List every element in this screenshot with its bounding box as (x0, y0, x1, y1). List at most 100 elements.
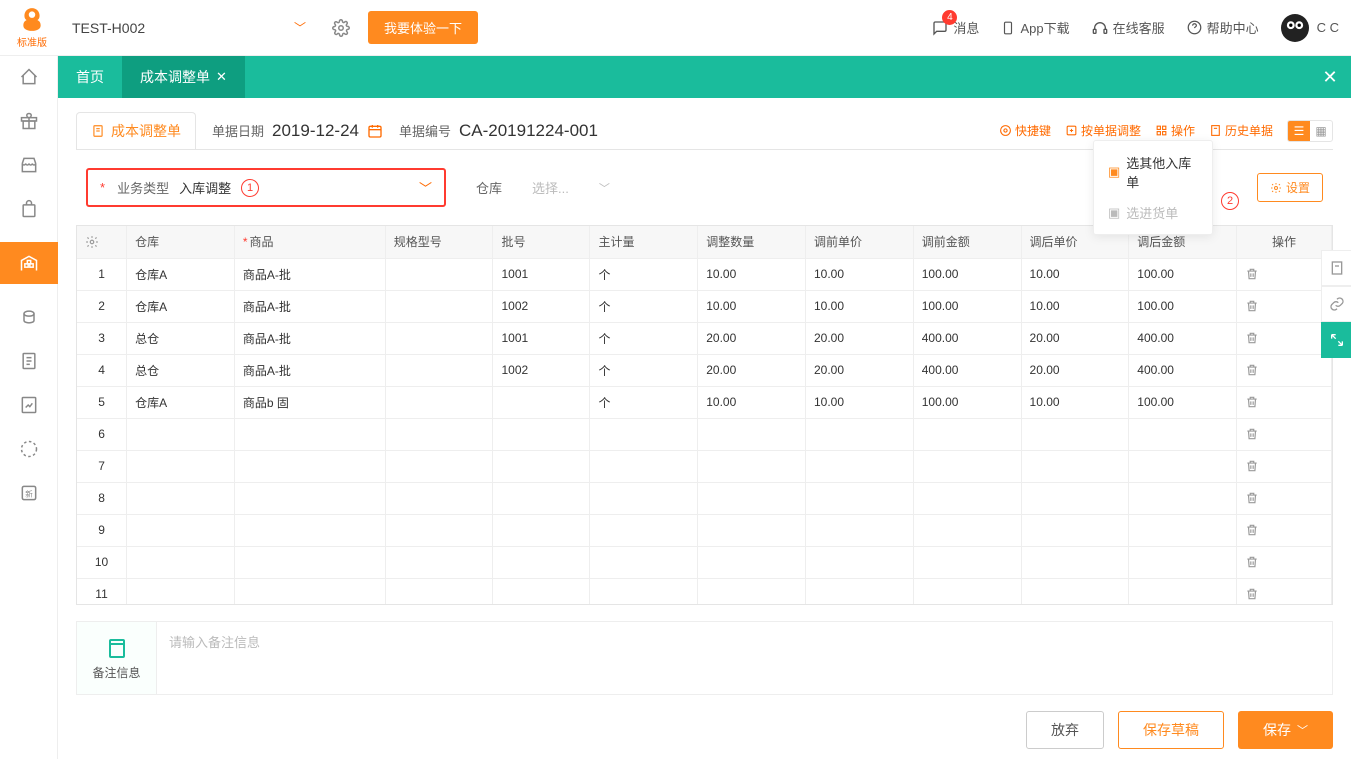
table-row[interactable]: 8 (77, 482, 1332, 514)
dock-link-icon[interactable] (1321, 286, 1351, 322)
cell-pre-price[interactable] (805, 450, 913, 482)
cell-post-amt[interactable]: 400.00 (1129, 354, 1237, 386)
cell-adj-qty[interactable] (698, 482, 806, 514)
cell-batch[interactable] (493, 514, 590, 546)
table-row[interactable]: 4总仓商品A-批1002个20.0020.00400.0020.00400.00 (77, 354, 1332, 386)
cell-product[interactable]: 商品A-批 (234, 290, 385, 322)
cell-product[interactable]: 商品b 固 (234, 386, 385, 418)
cell-unit[interactable]: 个 (590, 354, 698, 386)
col-product[interactable]: 商品 (234, 226, 385, 258)
cell-post-price[interactable]: 10.00 (1021, 386, 1129, 418)
cell-adj-qty[interactable]: 20.00 (698, 354, 806, 386)
row-delete[interactable] (1237, 514, 1332, 546)
cell-pre-price[interactable]: 20.00 (805, 354, 913, 386)
cell-product[interactable] (234, 514, 385, 546)
cell-post-amt[interactable]: 100.00 (1129, 290, 1237, 322)
cell-product[interactable]: 商品A-批 (234, 322, 385, 354)
row-delete[interactable] (1237, 450, 1332, 482)
cell-spec[interactable] (385, 450, 493, 482)
by-document-action[interactable]: 按单据调整 (1065, 122, 1141, 139)
cell-product[interactable] (234, 546, 385, 578)
cell-product[interactable] (234, 482, 385, 514)
sidebar-report-icon[interactable] (18, 394, 40, 416)
cell-spec[interactable] (385, 386, 493, 418)
cell-pre-amt[interactable] (913, 514, 1021, 546)
sidebar-doc-icon[interactable] (18, 350, 40, 372)
cell-post-amt[interactable]: 100.00 (1129, 258, 1237, 290)
sidebar-store-icon[interactable] (18, 154, 40, 176)
cell-batch[interactable] (493, 418, 590, 450)
cell-unit[interactable]: 个 (590, 386, 698, 418)
cell-product[interactable]: 商品A-批 (234, 354, 385, 386)
cell-spec[interactable] (385, 258, 493, 290)
sidebar-dashed-icon[interactable] (18, 438, 40, 460)
cell-wh[interactable]: 仓库A (127, 290, 235, 322)
cell-batch[interactable] (493, 386, 590, 418)
dock-expand-icon[interactable] (1321, 322, 1351, 358)
settings-icon[interactable] (332, 19, 350, 37)
row-delete[interactable] (1237, 386, 1332, 418)
cell-post-price[interactable]: 20.00 (1021, 354, 1129, 386)
cell-post-amt[interactable] (1129, 546, 1237, 578)
calendar-icon[interactable] (367, 123, 383, 139)
pick-other-in-doc[interactable]: ▣ 选其他入库单 (1094, 147, 1212, 197)
cell-product[interactable] (234, 450, 385, 482)
sidebar-warehouse-icon[interactable] (0, 242, 58, 284)
cell-unit[interactable] (590, 450, 698, 482)
warehouse-placeholder[interactable]: 选择... (532, 178, 569, 197)
cell-spec[interactable] (385, 354, 493, 386)
cell-post-price[interactable]: 10.00 (1021, 290, 1129, 322)
col-spec[interactable]: 规格型号 (385, 226, 493, 258)
cell-post-price[interactable] (1021, 578, 1129, 605)
cell-spec[interactable] (385, 290, 493, 322)
row-delete[interactable] (1237, 418, 1332, 450)
cell-wh[interactable] (127, 418, 235, 450)
cell-post-amt[interactable]: 100.00 (1129, 386, 1237, 418)
table-row[interactable]: 9 (77, 514, 1332, 546)
cell-wh[interactable]: 总仓 (127, 322, 235, 354)
cell-pre-price[interactable] (805, 482, 913, 514)
save-button[interactable]: 保存 ﹀ (1238, 711, 1333, 749)
row-delete[interactable] (1237, 354, 1332, 386)
table-settings-button[interactable]: 设置 (1257, 173, 1323, 202)
cell-batch[interactable]: 1002 (493, 354, 590, 386)
col-batch[interactable]: 批号 (493, 226, 590, 258)
cell-adj-qty[interactable] (698, 450, 806, 482)
cell-adj-qty[interactable]: 10.00 (698, 386, 806, 418)
cell-post-price[interactable] (1021, 418, 1129, 450)
table-row[interactable]: 5仓库A商品b 固个10.0010.00100.0010.00100.00 (77, 386, 1332, 418)
cell-pre-amt[interactable] (913, 450, 1021, 482)
cell-wh[interactable] (127, 482, 235, 514)
cell-wh[interactable] (127, 578, 235, 605)
close-all-tabs[interactable]: ✕ (1309, 56, 1351, 98)
row-delete[interactable] (1237, 578, 1332, 605)
chevron-down-icon[interactable]: ﹀ (599, 180, 610, 196)
tab-cost-adjust[interactable]: 成本调整单 ✕ (122, 56, 245, 98)
cell-unit[interactable]: 个 (590, 290, 698, 322)
grid-view-icon[interactable]: ▦ (1310, 121, 1332, 141)
col-adj-qty[interactable]: 调整数量 (698, 226, 806, 258)
save-draft-button[interactable]: 保存草稿 (1118, 711, 1224, 749)
list-view-icon[interactable]: ☰ (1288, 121, 1310, 141)
cell-batch[interactable]: 1002 (493, 290, 590, 322)
col-warehouse[interactable]: 仓库 (127, 226, 235, 258)
cell-adj-qty[interactable]: 10.00 (698, 290, 806, 322)
cell-wh[interactable] (127, 546, 235, 578)
col-pre-price[interactable]: 调前单价 (805, 226, 913, 258)
table-row[interactable]: 7 (77, 450, 1332, 482)
org-select[interactable]: TEST-H002 ﹀ (64, 15, 314, 40)
cell-post-amt[interactable] (1129, 418, 1237, 450)
cell-pre-amt[interactable]: 100.00 (913, 258, 1021, 290)
cell-adj-qty[interactable] (698, 514, 806, 546)
cell-adj-qty[interactable] (698, 546, 806, 578)
col-pre-amt[interactable]: 调前金额 (913, 226, 1021, 258)
cell-spec[interactable] (385, 546, 493, 578)
try-button[interactable]: 我要体验一下 (368, 11, 478, 44)
row-delete[interactable] (1237, 546, 1332, 578)
cell-post-amt[interactable] (1129, 450, 1237, 482)
table-row[interactable]: 10 (77, 546, 1332, 578)
cell-pre-amt[interactable] (913, 546, 1021, 578)
cell-wh[interactable]: 总仓 (127, 354, 235, 386)
cell-post-amt[interactable] (1129, 482, 1237, 514)
cell-wh[interactable]: 仓库A (127, 258, 235, 290)
